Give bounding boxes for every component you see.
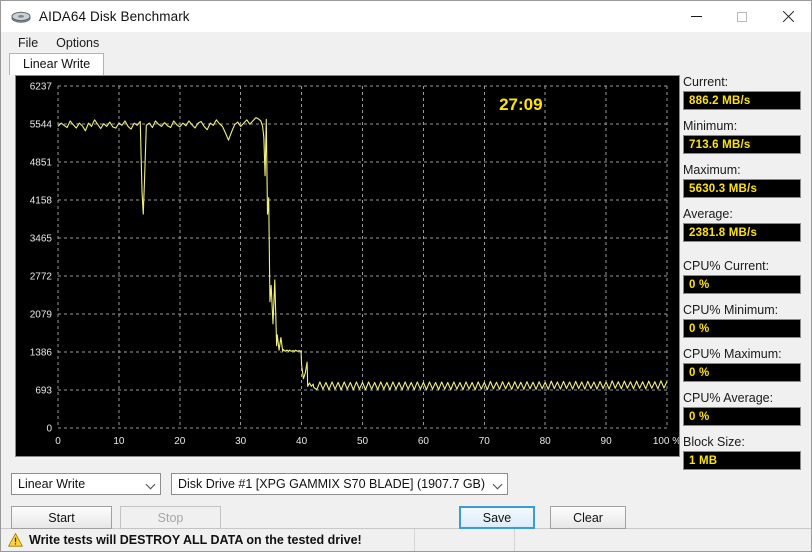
warning-message: Write tests will DESTROY ALL DATA on the… [1,529,414,551]
svg-text:3465: 3465 [30,234,53,245]
title-bar: AIDA64 Disk Benchmark [1,1,811,32]
close-button[interactable] [765,1,811,32]
value-maximum: 5630.3 MB/s [683,179,801,198]
chevron-down-icon[interactable] [488,474,507,494]
svg-text:2772: 2772 [30,272,53,283]
label-cpu-minimum: CPU% Minimum: [683,303,779,317]
label-cpu-average: CPU% Average: [683,391,774,405]
value-average: 2381.8 MB/s [683,223,801,242]
sidebar-divider [683,242,801,250]
close-icon [782,11,794,23]
label-maximum: Maximum: [683,163,741,177]
window-controls [673,1,811,32]
menu-bar: File Options [1,32,811,53]
value-cpu-average: 0 % [683,407,801,426]
status-bar: Write tests will DESTROY ALL DATA on the… [1,528,811,551]
svg-text:60: 60 [418,436,430,447]
start-button[interactable]: Start [11,506,112,529]
disk-icon [10,9,32,25]
value-cpu-minimum: 0 % [683,319,801,338]
maximize-button[interactable] [719,1,765,32]
window-title: AIDA64 Disk Benchmark [39,9,190,24]
stop-button: Stop [120,506,221,529]
test-type-select[interactable]: Linear Write [11,473,161,495]
maximize-icon [737,11,747,22]
value-cpu-current: 0 % [683,275,801,294]
svg-text:50: 50 [357,436,369,447]
value-minimum: 713.6 MB/s [683,135,801,154]
minimize-icon [690,16,702,17]
svg-text:20: 20 [174,436,186,447]
svg-text:4851: 4851 [30,158,53,169]
svg-text:693: 693 [35,386,52,397]
svg-text:4158: 4158 [30,196,53,207]
clear-button[interactable]: Clear [550,506,626,529]
svg-text:6237: 6237 [30,82,53,93]
aida64-disk-benchmark-window: AIDA64 Disk Benchmark File Options Linea… [0,0,812,552]
warning-text: Write tests will DESTROY ALL DATA on the… [29,533,362,547]
menu-item-options[interactable]: Options [47,34,108,52]
tab-strip: Linear Write [1,53,811,75]
svg-text:30: 30 [235,436,247,447]
status-pane-a [414,529,514,551]
svg-text:90: 90 [601,436,613,447]
drive-value: Disk Drive #1 [XPG GAMMIX S70 BLADE] (19… [178,477,486,491]
warning-triangle-icon [7,532,24,547]
statistics-sidebar: Current: 886.2 MB/s Minimum: 713.6 MB/s … [683,75,801,470]
test-type-value: Linear Write [18,477,86,491]
save-button[interactable]: Save [459,506,535,529]
controls-area: Linear Write Disk Drive #1 [XPG GAMMIX S… [11,473,803,529]
svg-text:40: 40 [296,436,308,447]
selector-row: Linear Write Disk Drive #1 [XPG GAMMIX S… [11,473,803,495]
label-minimum: Minimum: [683,119,738,133]
svg-text:27:09: 27:09 [499,95,542,114]
label-cpu-maximum: CPU% Maximum: [683,347,782,361]
svg-text:0: 0 [46,424,52,435]
label-block-size: Block Size: [683,435,745,449]
benchmark-chart: 069313862079277234654158485155446237MB/s… [15,75,680,457]
value-cpu-maximum: 0 % [683,363,801,382]
status-pane-b [514,529,811,551]
svg-text:2079: 2079 [30,310,53,321]
chevron-down-icon[interactable] [141,474,160,494]
minimize-button[interactable] [673,1,719,32]
svg-text:0: 0 [55,436,61,447]
drive-select[interactable]: Disk Drive #1 [XPG GAMMIX S70 BLADE] (19… [171,473,508,495]
value-current: 886.2 MB/s [683,91,801,110]
svg-text:10: 10 [113,436,125,447]
tab-linear-write[interactable]: Linear Write [9,53,105,75]
content-area: 069313862079277234654158485155446237MB/s… [1,75,811,529]
menu-item-file[interactable]: File [9,34,47,52]
value-block-size: 1 MB [683,451,801,470]
svg-text:70: 70 [479,436,491,447]
label-cpu-current: CPU% Current: [683,259,770,273]
button-row: Start Stop Save Clear [11,506,803,529]
label-average: Average: [683,207,733,221]
svg-text:100 %: 100 % [653,436,679,447]
label-current: Current: [683,75,729,89]
svg-text:5544: 5544 [30,120,53,131]
svg-text:1386: 1386 [30,348,53,359]
svg-text:80: 80 [540,436,552,447]
